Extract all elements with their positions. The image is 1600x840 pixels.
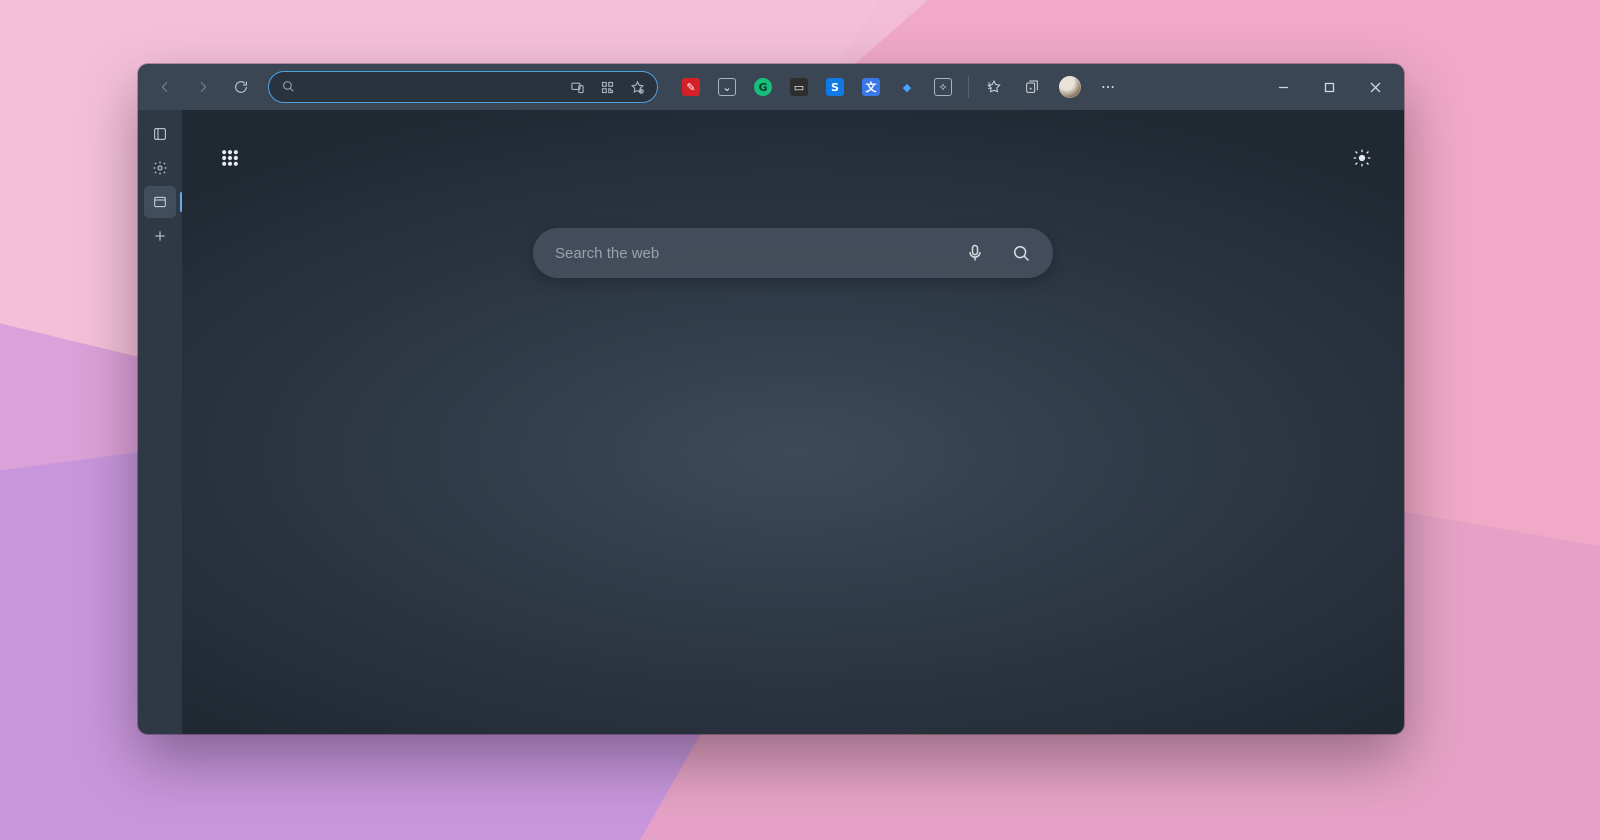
- address-trailing-actions: [563, 73, 651, 101]
- picture-in-picture-extension[interactable]: ▭: [782, 70, 816, 104]
- window-controls: [1260, 64, 1398, 110]
- page-settings-button[interactable]: [1344, 140, 1380, 176]
- extensions-menu-extension[interactable]: ✧: [926, 70, 960, 104]
- gem-icon: ◆: [898, 78, 916, 96]
- pocket-icon: ⌄: [718, 78, 736, 96]
- adobe-acrobat-extension[interactable]: ✎: [674, 70, 708, 104]
- toolbar-divider: [968, 76, 969, 98]
- google-translate-icon: 文: [862, 78, 880, 96]
- address-input[interactable]: [303, 80, 555, 95]
- collections-button[interactable]: [1015, 70, 1049, 104]
- voice-search-button[interactable]: [957, 235, 993, 271]
- extensions-menu-icon: ✧: [934, 78, 952, 96]
- adobe-acrobat-icon: ✎: [682, 78, 700, 96]
- maximize-button[interactable]: [1306, 64, 1352, 110]
- grammarly-icon: G: [754, 78, 772, 96]
- tab-actions-button[interactable]: [144, 118, 176, 150]
- search-submit-button[interactable]: [1003, 235, 1039, 271]
- close-button[interactable]: [1352, 64, 1398, 110]
- toolbar: ✎ ⌄ G ▭ S文 ◆ ✧: [138, 64, 1404, 110]
- forward-button[interactable]: [186, 70, 220, 104]
- grammarly-extension[interactable]: G: [746, 70, 780, 104]
- new-tab-button[interactable]: [144, 220, 176, 252]
- skype-extension[interactable]: S: [818, 70, 852, 104]
- new-tab-page-tab[interactable]: [144, 186, 176, 218]
- favorites-button[interactable]: [977, 70, 1011, 104]
- app-menu-button[interactable]: [1091, 70, 1125, 104]
- ntp-search-box[interactable]: [533, 228, 1053, 278]
- minimize-button[interactable]: [1260, 64, 1306, 110]
- browser-window: ✎ ⌄ G ▭ S文 ◆ ✧: [138, 64, 1404, 734]
- gem-extension[interactable]: ◆: [890, 70, 924, 104]
- pocket-extension[interactable]: ⌄: [710, 70, 744, 104]
- search-icon: [281, 78, 295, 97]
- back-button[interactable]: [148, 70, 182, 104]
- profile-button[interactable]: [1053, 70, 1087, 104]
- app-launcher-button[interactable]: [212, 140, 248, 176]
- ntp-search-input[interactable]: [555, 245, 947, 262]
- picture-in-picture-icon: ▭: [790, 78, 808, 96]
- browser-body: [138, 110, 1404, 734]
- google-translate-extension[interactable]: 文: [854, 70, 888, 104]
- settings-tab[interactable]: [144, 152, 176, 184]
- address-bar[interactable]: [268, 71, 658, 103]
- extensions-row: ✎ ⌄ G ▭ S文 ◆ ✧: [674, 70, 960, 104]
- qr-code-icon[interactable]: [593, 73, 621, 101]
- vertical-tab-rail: [138, 110, 182, 734]
- refresh-button[interactable]: [224, 70, 258, 104]
- skype-icon: S: [826, 78, 844, 96]
- add-favorite-icon[interactable]: [623, 73, 651, 101]
- send-to-devices-icon[interactable]: [563, 73, 591, 101]
- avatar-icon: [1059, 76, 1081, 98]
- new-tab-content: [182, 110, 1404, 734]
